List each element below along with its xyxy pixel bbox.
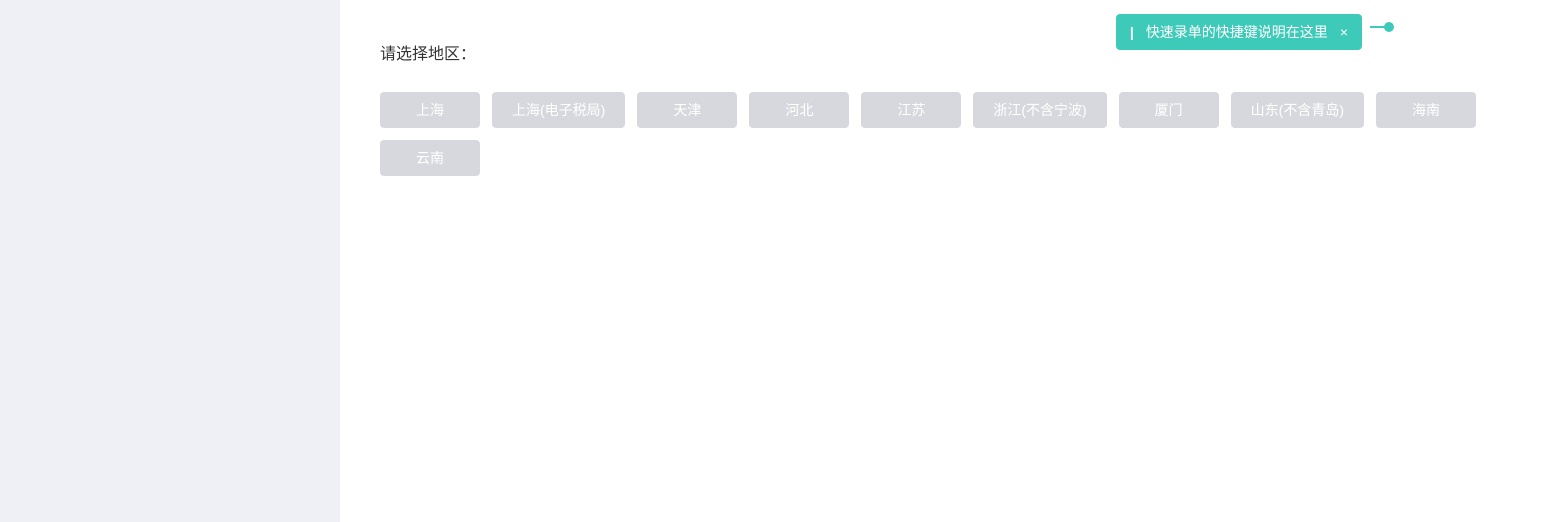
tooltip-close-button[interactable]: × xyxy=(1340,24,1348,40)
region-btn-shandong[interactable]: 山东(不含青岛) xyxy=(1231,92,1364,128)
tooltip-bar[interactable]: 快速录单的快捷键说明在这里 × xyxy=(1116,14,1362,50)
tooltip-text: 快速录单的快捷键说明在这里 xyxy=(1146,22,1328,42)
region-btn-xiamen[interactable]: 厦门 xyxy=(1119,92,1219,128)
tooltip-connector-dot xyxy=(1384,22,1394,32)
region-btn-shanghai-etax[interactable]: 上海(电子税局) xyxy=(492,92,625,128)
region-btn-hebei[interactable]: 河北 xyxy=(749,92,849,128)
main-content: 请选择地区： 上海上海(电子税局)天津河北江苏浙江(不含宁波)厦门山东(不含青岛… xyxy=(340,0,1562,522)
region-btn-tianjin[interactable]: 天津 xyxy=(637,92,737,128)
region-btn-hainan[interactable]: 海南 xyxy=(1376,92,1476,128)
region-buttons-container: 上海上海(电子税局) 天津河北江苏浙江(不含宁波) 厦门山东(不含青岛) 海南云南 xyxy=(380,92,1522,176)
region-btn-shanghai[interactable]: 上海 xyxy=(380,92,480,128)
region-btn-yunnan[interactable]: 云南 xyxy=(380,140,480,176)
sidebar xyxy=(0,0,340,522)
region-btn-zhejiang[interactable]: 浙江(不含宁波) xyxy=(973,92,1106,128)
region-btn-jiangsu[interactable]: 江苏 xyxy=(861,92,961,128)
